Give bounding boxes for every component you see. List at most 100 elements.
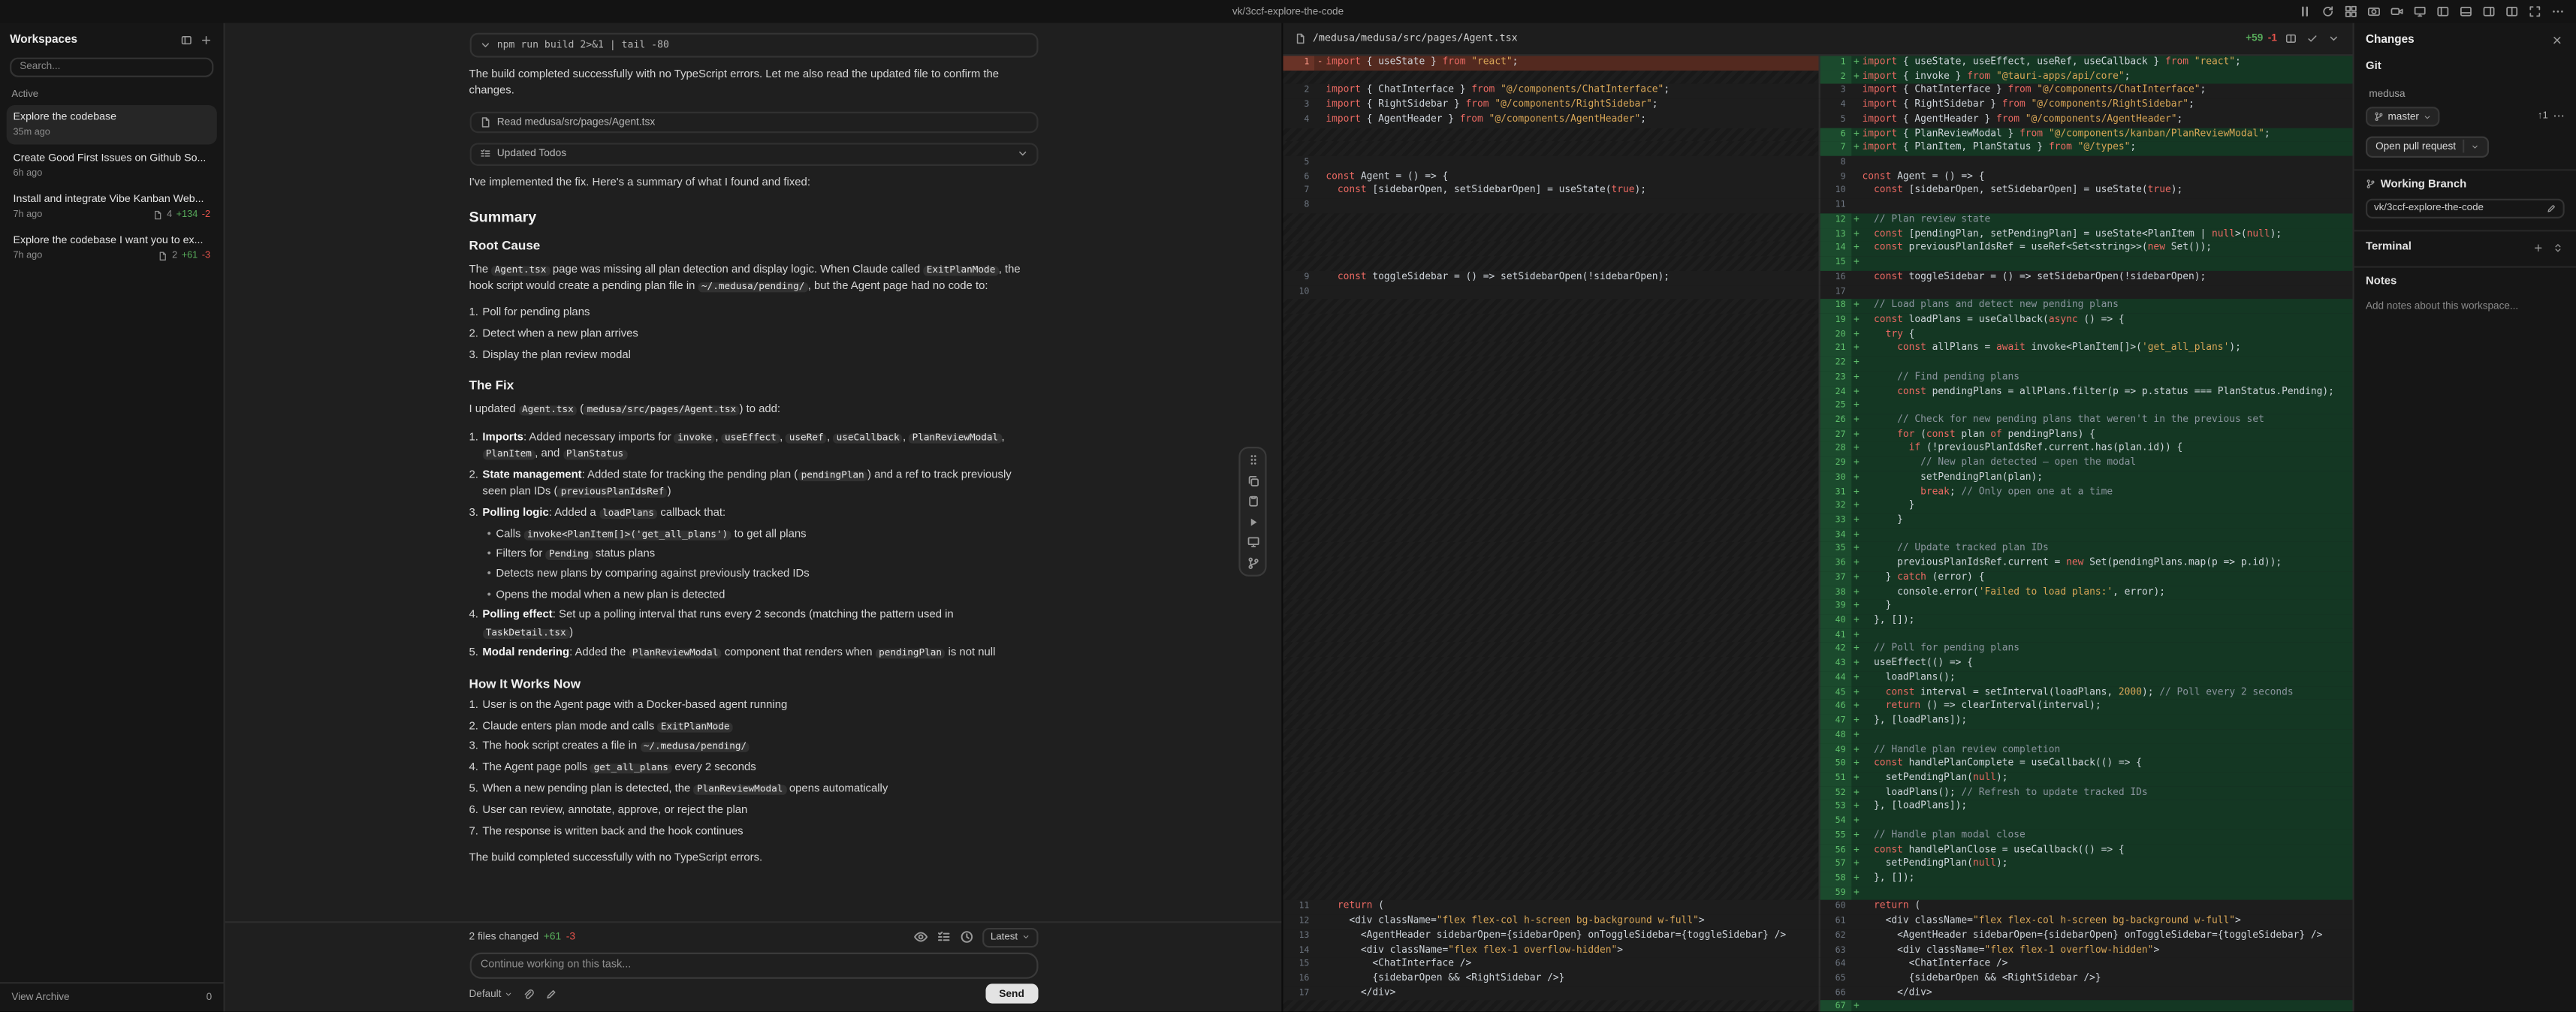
video-icon[interactable]	[2390, 5, 2404, 19]
workspace-item[interactable]: Explore the codebase I want you to ex...…	[7, 227, 217, 267]
new-workspace-button[interactable]	[199, 33, 214, 48]
workspace-time: 35m ago	[14, 128, 50, 137]
inline-code: medusa/src/pages/Agent.tsx	[584, 406, 739, 416]
workspace-item[interactable]: Install and integrate Vibe Kanban Web...…	[7, 186, 217, 226]
edit-button[interactable]	[544, 986, 559, 1001]
line-number	[1283, 586, 1314, 600]
updated-todos-row[interactable]: Updated Todos	[469, 143, 1038, 166]
code-line: }, []);	[1863, 614, 2353, 628]
diff-cell-new: 4import { RightSidebar } from "@/compone…	[1817, 99, 2352, 113]
panel-bottom-icon[interactable]	[2460, 5, 2473, 19]
camera-icon[interactable]	[2367, 5, 2381, 19]
close-changes-button[interactable]	[2550, 33, 2565, 48]
refresh-icon[interactable]	[2321, 5, 2335, 19]
branch-icon[interactable]	[1246, 556, 1259, 569]
line-number: 61	[1820, 915, 1851, 929]
terminal-output-block[interactable]: npm run build 2>&1 | tail -80	[469, 33, 1038, 58]
message-input[interactable]: Continue working on this task...	[469, 952, 1038, 978]
diff-cell-new: 13+ const [pendingPlan, setPendingPlan] …	[1817, 227, 2352, 242]
pause-icon[interactable]	[2298, 5, 2312, 19]
panel-left-icon[interactable]	[2436, 5, 2450, 19]
read-file-row[interactable]: Read medusa/src/pages/Agent.tsx	[469, 111, 1038, 134]
toggle-sidebar-button[interactable]	[179, 33, 194, 48]
dots-icon[interactable]	[2551, 5, 2565, 19]
working-branch-input[interactable]: vk/3ccf-explore-the-code	[2366, 198, 2565, 218]
clipboard-icon[interactable]	[1246, 494, 1259, 508]
diff-marker	[1314, 686, 1326, 700]
grip-icon[interactable]	[1246, 453, 1259, 467]
diff-marker: +	[1851, 800, 1862, 815]
diff-cell-new: 36+ previousPlanIdsRef.current = new Set…	[1817, 557, 2352, 571]
new-terminal-button[interactable]	[2530, 239, 2545, 255]
attach-button[interactable]	[521, 986, 536, 1001]
diff-marker: +	[1851, 300, 1862, 314]
columns-icon[interactable]	[2505, 5, 2519, 19]
diff-content[interactable]: 1-import { useState } from "react";1+imp…	[1283, 56, 2352, 1012]
diff-marker	[1314, 643, 1326, 657]
branch-selector[interactable]: master	[2366, 107, 2439, 126]
diff-cell-new: 52+ loadPlans(); // Refresh to update tr…	[1817, 786, 2352, 800]
diff-cell-old	[1283, 815, 1817, 829]
diff-cell-new: 53+ }, [loadPlans]);	[1817, 800, 2352, 815]
line-number: 16	[1283, 972, 1314, 986]
workspace-list: Explore the codebase35m agoCreate Good F…	[0, 103, 224, 269]
search-input[interactable]: Search...	[10, 58, 213, 77]
diff-marker	[1314, 657, 1326, 671]
diff-cell-old	[1283, 529, 1817, 543]
view-archive-link[interactable]: View Archive	[11, 992, 69, 1004]
history-icon[interactable]	[959, 930, 974, 945]
diff-marker	[1314, 815, 1326, 829]
panel-right-icon[interactable]	[2482, 5, 2496, 19]
diff-row: 22+	[1283, 357, 2352, 371]
code-line: <div className="flex flex-col h-screen b…	[1326, 915, 1817, 929]
code-line: return (	[1326, 901, 1817, 915]
diff-cell-old	[1283, 743, 1817, 757]
diff-marker	[1314, 887, 1326, 901]
composer: Continue working on this task... Default…	[225, 952, 1282, 1012]
monitor-icon[interactable]	[1246, 535, 1259, 549]
line-number: 49	[1820, 743, 1851, 757]
expand-terminal-button[interactable]	[2550, 239, 2565, 255]
copy-icon[interactable]	[1246, 474, 1259, 487]
diff-marker	[1314, 385, 1326, 399]
changes-header: Changes	[2354, 23, 2576, 55]
diff-row: 43+ useEffect(() => {	[1283, 657, 2352, 671]
eye-icon[interactable]	[913, 930, 928, 945]
open-pr-button[interactable]: Open pull request	[2366, 137, 2489, 157]
diff-cell-old	[1283, 614, 1817, 628]
code-line: const [pendingPlan, setPendingPlan] = us…	[1863, 227, 2353, 242]
latest-dropdown[interactable]: Latest	[982, 927, 1038, 947]
code-line: <ChatInterface />	[1863, 958, 2353, 972]
mark-reviewed-button[interactable]	[2305, 32, 2320, 47]
more-options-button[interactable]: ⋯	[2553, 111, 2564, 122]
grid-icon[interactable]	[2345, 5, 2358, 19]
list-todo-icon[interactable]	[937, 930, 952, 945]
line-number	[1283, 500, 1314, 514]
diff-marker	[1314, 128, 1326, 142]
send-button[interactable]: Send	[986, 984, 1038, 1004]
line-number: 46	[1820, 700, 1851, 715]
diff-row: 41+	[1283, 628, 2352, 643]
play-icon[interactable]	[1246, 515, 1259, 529]
code-line: // Find pending plans	[1863, 371, 2353, 385]
message-placeholder: Continue working on this task...	[481, 959, 631, 971]
code-line: }, [loadPlans]);	[1863, 800, 2353, 815]
maximize-icon[interactable]	[2529, 5, 2542, 19]
collapse-file-button[interactable]	[2327, 32, 2342, 47]
code-line	[1326, 600, 1817, 614]
chevron-down-icon	[2328, 33, 2339, 44]
workspace-item[interactable]: Explore the codebase35m ago	[7, 104, 217, 144]
line-number	[1283, 700, 1314, 715]
list-item: 2.Detect when a new plan arrives	[469, 327, 1038, 345]
diff-marker: +	[1851, 628, 1862, 643]
monitor-icon[interactable]	[2413, 5, 2427, 19]
model-selector[interactable]: Default	[469, 988, 513, 999]
line-number: 9	[1283, 270, 1314, 285]
diff-marker	[1314, 857, 1326, 872]
line-number: 8	[1283, 199, 1314, 213]
notes-input[interactable]: Add notes about this workspace...	[2354, 288, 2576, 312]
diff-cell-new: 54+	[1817, 815, 2352, 829]
split-view-toggle[interactable]	[2284, 32, 2299, 47]
workspace-item[interactable]: Create Good First Issues on Github So...…	[7, 146, 217, 185]
chat-scroll-area[interactable]: npm run build 2>&1 | tail -80 The build …	[225, 23, 1282, 921]
